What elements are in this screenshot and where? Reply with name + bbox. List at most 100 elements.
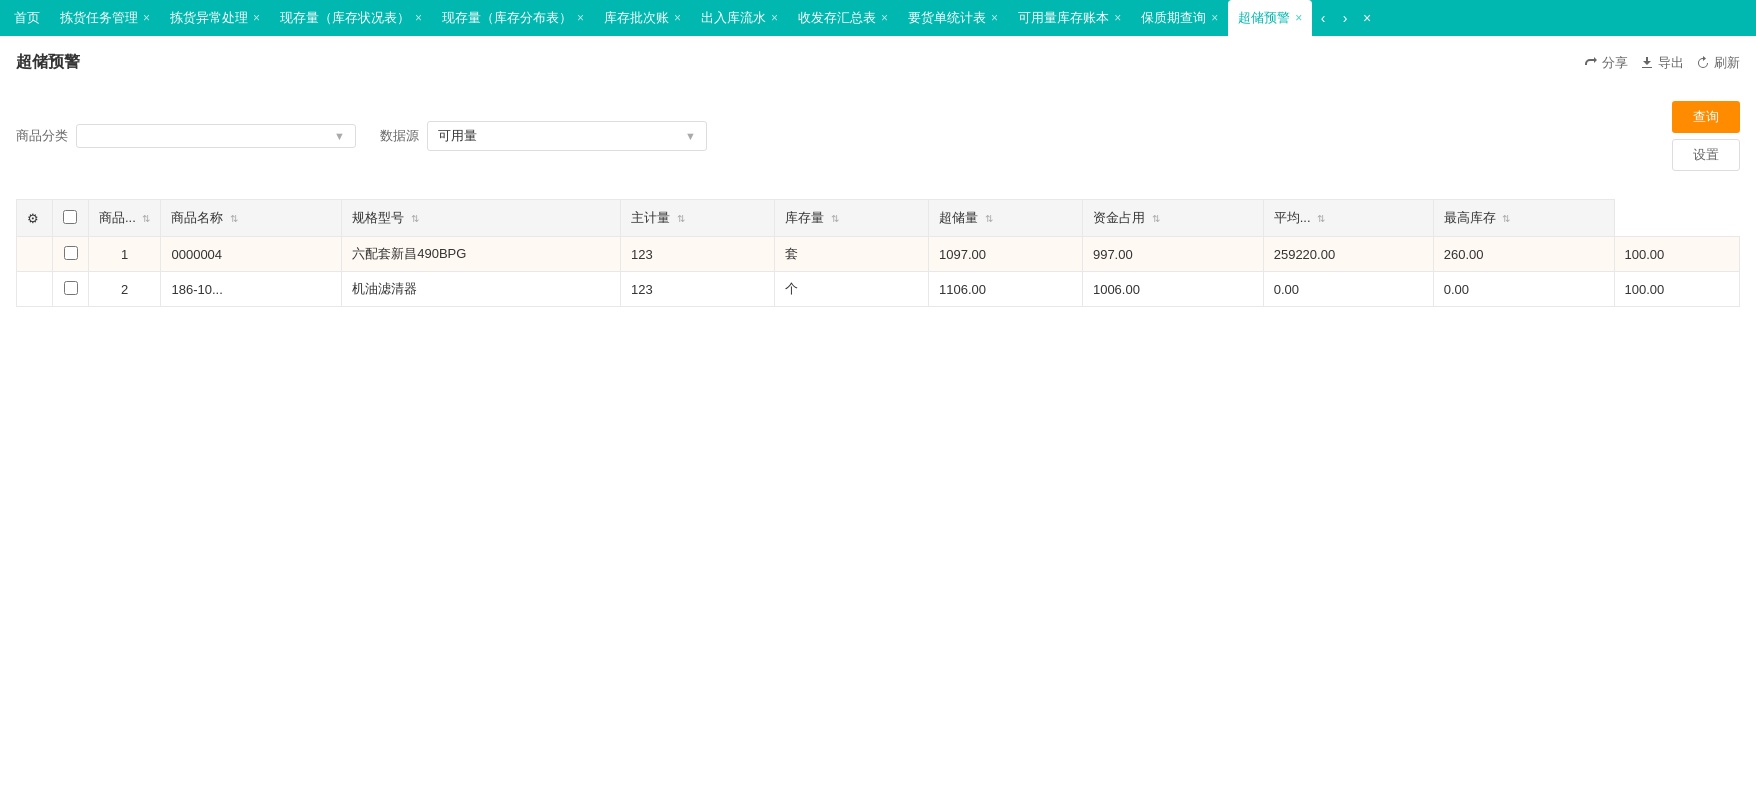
- th-unit[interactable]: 主计量 ⇅: [621, 200, 775, 237]
- cell-product-name: 机油滤清器: [342, 272, 621, 307]
- cell-capital: 0.00: [1263, 272, 1433, 307]
- nav-overstock-warning[interactable]: 超储预警 ×: [1228, 0, 1312, 36]
- header-actions: 分享 导出 刷新: [1584, 54, 1740, 72]
- category-select[interactable]: ▼: [76, 124, 356, 148]
- nav-inventory-dist[interactable]: 现存量（库存分布表） ×: [432, 0, 594, 36]
- th-capital[interactable]: 资金占用 ⇅: [1082, 200, 1263, 237]
- settings-button[interactable]: 设置: [1672, 139, 1740, 171]
- sort-icon: ⇅: [230, 213, 238, 224]
- cell-overstock: 1006.00: [1082, 272, 1263, 307]
- cell-product-code: 186-10...: [161, 272, 342, 307]
- sort-icon: ⇅: [411, 213, 419, 224]
- chevron-down-icon: ▼: [334, 130, 345, 142]
- cell-avg: 0.00: [1433, 272, 1614, 307]
- refresh-icon: [1696, 56, 1710, 70]
- table-row: 2 186-10... 机油滤清器 123 个 1106.00 1006.00 …: [17, 272, 1740, 307]
- table-row: 1 0000004 六配套新昌490BPG 123 套 1097.00 997.…: [17, 237, 1740, 272]
- close-icon[interactable]: ×: [143, 11, 150, 25]
- nav-inventory-status[interactable]: 现存量（库存状况表） ×: [270, 0, 432, 36]
- page-title: 超储预警: [16, 52, 80, 73]
- top-nav: 首页 拣货任务管理 × 拣货异常处理 × 现存量（库存状况表） × 现存量（库存…: [0, 0, 1756, 36]
- nav-quality-period[interactable]: 保质期查询 ×: [1131, 0, 1228, 36]
- sort-icon: ⇅: [985, 213, 993, 224]
- filter-bar: 商品分类 ▼ 数据源 可用量 ▼ 查询 设置: [16, 89, 1740, 183]
- cell-max-inventory: 100.00: [1614, 237, 1739, 272]
- filter-buttons: 查询 设置: [1672, 101, 1740, 171]
- th-max-inventory[interactable]: 最高库存 ⇅: [1433, 200, 1614, 237]
- settings-icon: ⚙: [27, 211, 39, 226]
- share-button[interactable]: 分享: [1584, 54, 1628, 72]
- refresh-button[interactable]: 刷新: [1696, 54, 1740, 72]
- cell-product-code: 0000004: [161, 237, 342, 272]
- datasource-filter: 数据源 可用量 ▼: [380, 121, 707, 151]
- close-icon[interactable]: ×: [1114, 11, 1121, 25]
- export-icon: [1640, 56, 1654, 70]
- cell-avg: 260.00: [1433, 237, 1614, 272]
- cell-unit: 套: [775, 237, 929, 272]
- nav-home[interactable]: 首页: [4, 0, 50, 36]
- close-icon[interactable]: ×: [771, 11, 778, 25]
- cell-inventory: 1097.00: [928, 237, 1082, 272]
- th-checkbox: [53, 200, 89, 237]
- sort-icon: ⇅: [142, 213, 150, 224]
- th-inventory[interactable]: 库存量 ⇅: [775, 200, 929, 237]
- row-num: 1: [89, 237, 161, 272]
- sort-icon: ⇅: [831, 213, 839, 224]
- datasource-select[interactable]: 可用量 ▼: [427, 121, 707, 151]
- th-avg[interactable]: 平均... ⇅: [1263, 200, 1433, 237]
- sort-icon: ⇅: [1152, 213, 1160, 224]
- close-icon[interactable]: ×: [577, 11, 584, 25]
- nav-inout-flow[interactable]: 出入库流水 ×: [691, 0, 788, 36]
- row-checkbox-cell: [53, 272, 89, 307]
- chevron-down-icon: ▼: [685, 130, 696, 142]
- th-spec[interactable]: 规格型号 ⇅: [342, 200, 621, 237]
- cell-product-name: 六配套新昌490BPG: [342, 237, 621, 272]
- sort-icon: ⇅: [1502, 213, 1510, 224]
- row-settings: [17, 272, 53, 307]
- th-settings[interactable]: ⚙: [17, 200, 53, 237]
- category-filter: 商品分类 ▼: [16, 124, 356, 148]
- close-icon[interactable]: ×: [415, 11, 422, 25]
- nav-arrow-more[interactable]: ×: [1356, 0, 1378, 36]
- close-icon[interactable]: ×: [991, 11, 998, 25]
- export-button[interactable]: 导出: [1640, 54, 1684, 72]
- row-settings: [17, 237, 53, 272]
- cell-max-inventory: 100.00: [1614, 272, 1739, 307]
- th-product-name[interactable]: 商品名称 ⇅: [161, 200, 342, 237]
- datasource-value: 可用量: [438, 127, 477, 145]
- th-overstock[interactable]: 超储量 ⇅: [928, 200, 1082, 237]
- page-header: 超储预警 分享 导出 刷新: [16, 52, 1740, 73]
- sort-icon: ⇅: [1317, 213, 1325, 224]
- datasource-label: 数据源: [380, 127, 419, 145]
- close-icon[interactable]: ×: [674, 11, 681, 25]
- page-container: 超储预警 分享 导出 刷新 商品分类 ▼ 数据源: [0, 36, 1756, 800]
- cell-spec: 123: [621, 272, 775, 307]
- nav-abnormal[interactable]: 拣货异常处理 ×: [160, 0, 270, 36]
- data-table: ⚙ 商品... ⇅ 商品名称 ⇅ 规格型号 ⇅ 主计量: [16, 199, 1740, 307]
- close-icon[interactable]: ×: [1295, 11, 1302, 25]
- close-icon[interactable]: ×: [881, 11, 888, 25]
- nav-arrow-left[interactable]: ‹: [1312, 0, 1334, 36]
- cell-spec: 123: [621, 237, 775, 272]
- row-checkbox[interactable]: [64, 246, 78, 260]
- nav-order-stats[interactable]: 要货单统计表 ×: [898, 0, 1008, 36]
- nav-task-mgmt[interactable]: 拣货任务管理 ×: [50, 0, 160, 36]
- nav-collect-summary[interactable]: 收发存汇总表 ×: [788, 0, 898, 36]
- cell-inventory: 1106.00: [928, 272, 1082, 307]
- close-icon[interactable]: ×: [253, 11, 260, 25]
- cell-overstock: 997.00: [1082, 237, 1263, 272]
- row-checkbox-cell: [53, 237, 89, 272]
- row-checkbox[interactable]: [64, 281, 78, 295]
- cell-unit: 个: [775, 272, 929, 307]
- share-icon: [1584, 56, 1598, 70]
- cell-capital: 259220.00: [1263, 237, 1433, 272]
- row-num: 2: [89, 272, 161, 307]
- close-icon[interactable]: ×: [1211, 11, 1218, 25]
- nav-available-ledger[interactable]: 可用量库存账本 ×: [1008, 0, 1131, 36]
- sort-icon: ⇅: [677, 213, 685, 224]
- nav-batch-account[interactable]: 库存批次账 ×: [594, 0, 691, 36]
- th-product-code[interactable]: 商品... ⇅: [89, 200, 161, 237]
- nav-arrow-right[interactable]: ›: [1334, 0, 1356, 36]
- query-button[interactable]: 查询: [1672, 101, 1740, 133]
- select-all-checkbox[interactable]: [63, 210, 77, 224]
